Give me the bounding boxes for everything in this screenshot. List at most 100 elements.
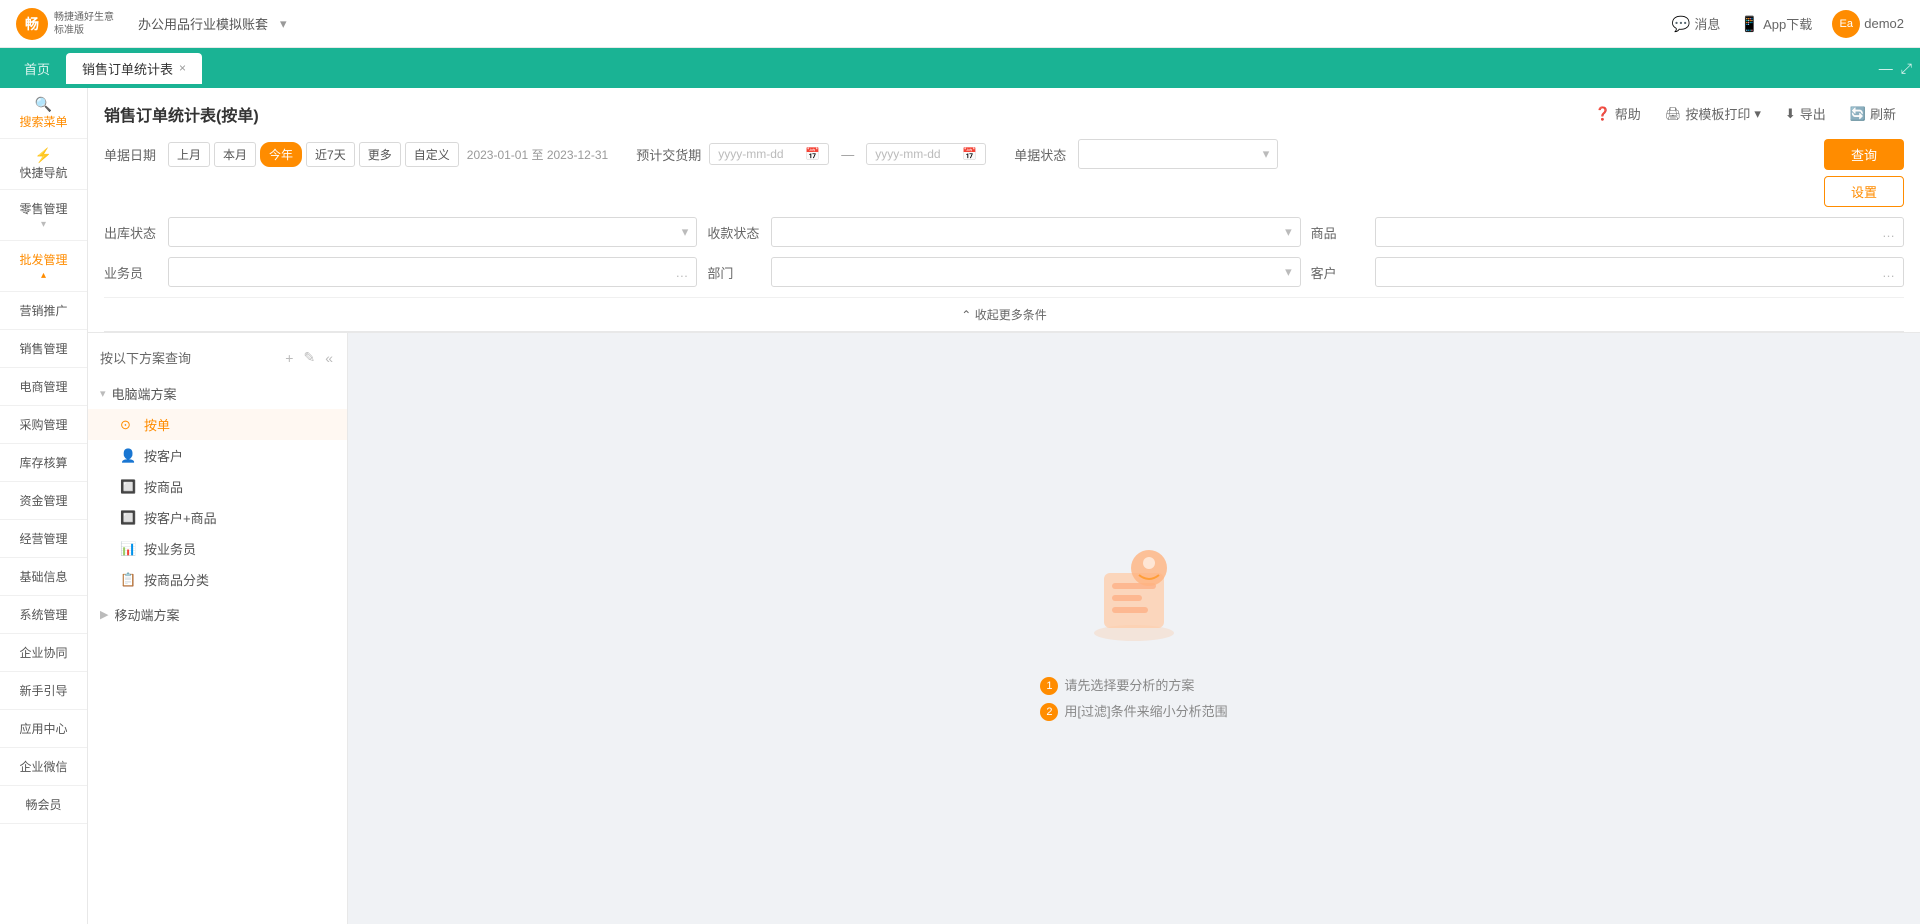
- page-actions: ❓ 帮助 🖨 按模板打印 ▾ ⬇ 导出 🔄 刷新: [1587, 100, 1904, 127]
- app-download-action[interactable]: 📱 App下载: [1740, 14, 1812, 33]
- ship-status-select[interactable]: ▾: [168, 217, 697, 247]
- receipt-status-cell: 收款状态 ▾: [707, 217, 1300, 247]
- user-area[interactable]: Ea demo2: [1832, 10, 1904, 38]
- sidebar-item-newuser[interactable]: 新手引导: [0, 672, 87, 710]
- sidebar-item-inventory[interactable]: 库存核算: [0, 444, 87, 482]
- app-download-label: App下载: [1763, 14, 1812, 33]
- scheme-group-mobile-title[interactable]: ▶ 移动端方案: [88, 599, 347, 630]
- empty-state: 1 请先选择要分析的方案 2 用[过滤]条件来缩小分析范围: [348, 333, 1920, 924]
- scheme-group-mobile: ▶ 移动端方案: [88, 599, 347, 630]
- scheme-tools: + ✎ «: [283, 347, 335, 368]
- sidebar-item-purchase[interactable]: 采购管理: [0, 406, 87, 444]
- bill-status-label: 单据状态: [1014, 145, 1070, 164]
- sidebar-item-ecommerce[interactable]: 电商管理: [0, 368, 87, 406]
- filter-row-1: 单据日期 上月 本月 今年 近7天 更多 自定义 2023-01-01 至 20…: [104, 139, 1904, 207]
- tab-home[interactable]: 首页: [8, 53, 66, 84]
- ship-status-label: 出库状态: [104, 223, 160, 242]
- sidebar-quick-nav[interactable]: ⚡ 快捷导航: [0, 139, 87, 190]
- scheme-item-by-goods[interactable]: 🔲 按商品: [88, 471, 347, 502]
- help-btn[interactable]: ❓ 帮助: [1587, 100, 1649, 127]
- receipt-status-select[interactable]: ▾: [771, 217, 1300, 247]
- sidebar-search[interactable]: 🔍 搜索菜单: [0, 88, 87, 139]
- wholesale-label: 批发管理: [19, 251, 67, 268]
- bill-date-label: 单据日期: [104, 145, 160, 164]
- message-action[interactable]: 💬 消息: [1672, 14, 1721, 33]
- scheme-item-customer-label: 按客户: [144, 446, 183, 465]
- export-label: 导出: [1800, 104, 1826, 123]
- sidebar-item-marketing[interactable]: 营销推广: [0, 292, 87, 330]
- lower-area: 按以下方案查询 + ✎ « ▾ 电脑端方案 ⊙ 按单: [88, 333, 1920, 924]
- hint-1-num: 1: [1040, 677, 1058, 695]
- sidebar-item-basic[interactable]: 基础信息: [0, 558, 87, 596]
- scheme-group-arrow-pc: ▾: [100, 387, 106, 400]
- sidebar-item-appcenter[interactable]: 应用中心: [0, 710, 87, 748]
- scheme-item-by-customer[interactable]: 👤 按客户: [88, 440, 347, 471]
- refresh-icon: 🔄: [1850, 106, 1866, 122]
- expected-date-start[interactable]: yyyy-mm-dd 📅: [709, 143, 829, 165]
- main-layout: 🔍 搜索菜单 ⚡ 快捷导航 零售管理 ▾ 批发管理 ▴ 营销推广 销售管理 电商…: [0, 88, 1920, 924]
- avatar: Ea: [1832, 10, 1860, 38]
- tab-sales-order[interactable]: 销售订单统计表 ×: [66, 53, 202, 84]
- scheme-panel: 按以下方案查询 + ✎ « ▾ 电脑端方案 ⊙ 按单: [88, 333, 348, 924]
- scheme-add-btn[interactable]: +: [283, 348, 295, 368]
- setting-btn[interactable]: 设置: [1824, 176, 1904, 207]
- sidebar-item-operation[interactable]: 经营管理: [0, 520, 87, 558]
- logo-icon: 畅: [16, 8, 48, 40]
- bill-status-select[interactable]: ▾: [1078, 139, 1278, 169]
- customer-cell: 客户 …: [1311, 257, 1904, 287]
- department-label: 部门: [707, 263, 763, 282]
- scheme-item-salesperson-label: 按业务员: [144, 539, 196, 558]
- tab-minimize-btn[interactable]: —: [1879, 60, 1893, 77]
- receipt-status-label: 收款状态: [707, 223, 763, 242]
- header-dropdown-icon[interactable]: ▾: [280, 16, 287, 32]
- scheme-collapse-btn[interactable]: «: [323, 348, 335, 368]
- template-print-arrow: ▾: [1754, 106, 1761, 122]
- retail-label: 零售管理: [19, 200, 67, 217]
- department-arrow: ▾: [1285, 264, 1292, 280]
- date-btn-more[interactable]: 更多: [359, 142, 401, 167]
- expected-date-end[interactable]: yyyy-mm-dd 📅: [866, 143, 986, 165]
- export-icon: ⬇: [1785, 106, 1796, 122]
- scheme-item-by-salesperson[interactable]: 📊 按业务员: [88, 533, 347, 564]
- sidebar-item-enterprise[interactable]: 企业协同: [0, 634, 87, 672]
- calendar-icon: 📅: [805, 147, 820, 161]
- sidebar-item-wechat[interactable]: 企业微信: [0, 748, 87, 786]
- scheme-group-pc-title[interactable]: ▾ 电脑端方案: [88, 378, 347, 409]
- scheme-edit-btn[interactable]: ✎: [301, 347, 317, 368]
- sidebar-item-system[interactable]: 系统管理: [0, 596, 87, 634]
- department-select[interactable]: ▾: [771, 257, 1300, 287]
- customer-input[interactable]: …: [1375, 257, 1904, 287]
- collapse-btn[interactable]: ⌃ 收起更多条件: [961, 306, 1046, 323]
- salesperson-input[interactable]: …: [168, 257, 697, 287]
- template-print-btn[interactable]: 🖨 按模板打印 ▾: [1657, 100, 1769, 127]
- scheme-item-by-bill[interactable]: ⊙ 按单: [88, 409, 347, 440]
- message-icon: 💬: [1672, 15, 1691, 33]
- date-btn-last-month[interactable]: 上月: [168, 142, 210, 167]
- date-btn-this-year[interactable]: 今年: [260, 142, 302, 167]
- scheme-item-by-customer-goods[interactable]: 🔲 按客户+商品: [88, 502, 347, 533]
- help-icon: ❓: [1595, 106, 1611, 122]
- scheme-item-by-category[interactable]: 📋 按商品分类: [88, 564, 347, 595]
- date-btn-this-month[interactable]: 本月: [214, 142, 256, 167]
- scheme-item-category-label: 按商品分类: [144, 570, 209, 589]
- content-area: 销售订单统计表(按单) ❓ 帮助 🖨 按模板打印 ▾ ⬇ 导出: [88, 88, 1920, 924]
- date-btn-custom[interactable]: 自定义: [405, 142, 459, 167]
- goods-input[interactable]: …: [1375, 217, 1904, 247]
- sidebar-item-wholesale[interactable]: 批发管理 ▴: [0, 241, 87, 292]
- scheme-item-cg-label: 按客户+商品: [144, 508, 217, 527]
- refresh-btn[interactable]: 🔄 刷新: [1842, 100, 1904, 127]
- filter-row-2: 出库状态 ▾ 收款状态 ▾ 商品: [104, 217, 1904, 247]
- sidebar-item-finance[interactable]: 资金管理: [0, 482, 87, 520]
- scheme-item-goods-label: 按商品: [144, 477, 183, 496]
- search-btn[interactable]: 查询: [1824, 139, 1904, 170]
- purchase-label: 采购管理: [19, 416, 67, 433]
- sidebar-item-member[interactable]: 畅会员: [0, 786, 87, 824]
- sidebar-item-sales[interactable]: 销售管理: [0, 330, 87, 368]
- tab-maximize-btn[interactable]: ⤢: [1901, 60, 1912, 77]
- sidebar-item-retail[interactable]: 零售管理 ▾: [0, 190, 87, 241]
- sidebar: 🔍 搜索菜单 ⚡ 快捷导航 零售管理 ▾ 批发管理 ▴ 营销推广 销售管理 电商…: [0, 88, 88, 924]
- tab-close-icon[interactable]: ×: [179, 61, 186, 75]
- export-btn[interactable]: ⬇ 导出: [1777, 100, 1834, 127]
- date-btn-7days[interactable]: 近7天: [306, 142, 355, 167]
- hint-2-num: 2: [1040, 703, 1058, 721]
